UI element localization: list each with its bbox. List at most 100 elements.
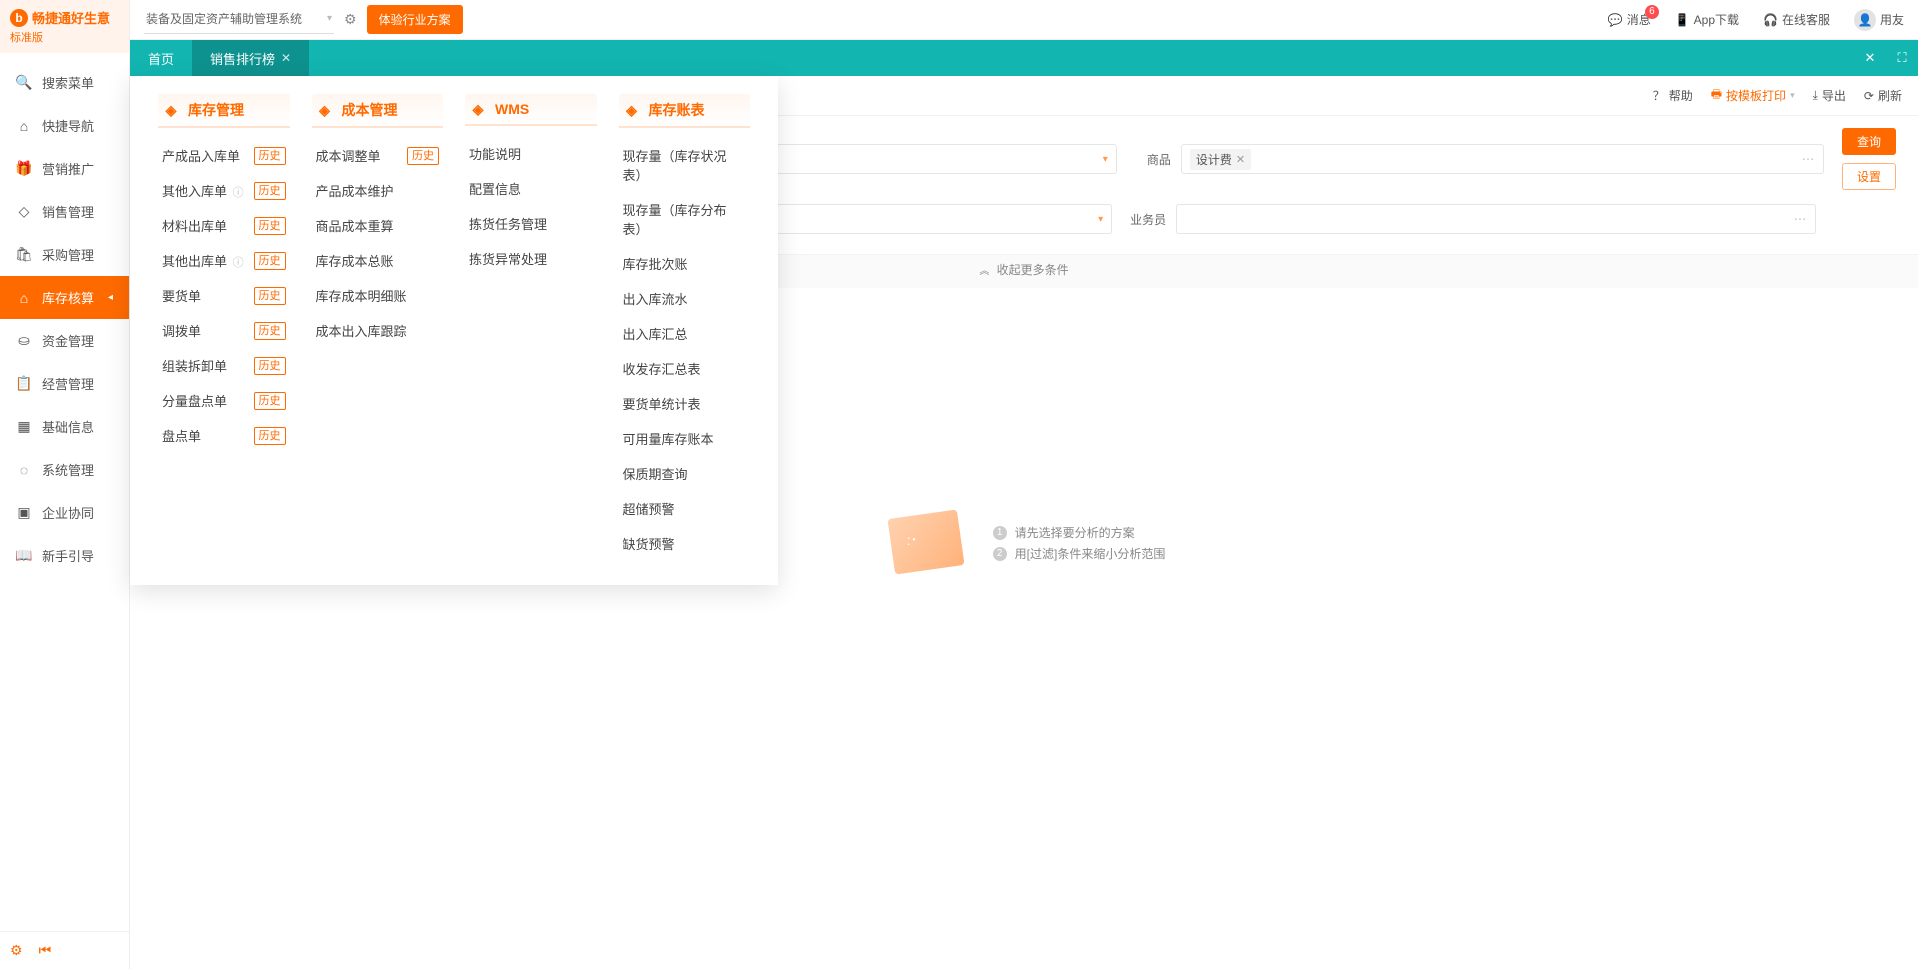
sidebar-item-purchase[interactable]: 🛍采购管理 — [0, 233, 129, 276]
chevron-down-icon: ▾ — [1098, 214, 1103, 225]
mega-item[interactable]: 成本调整单历史 — [312, 138, 444, 173]
mega-item-label: 成本出入库跟踪 — [316, 321, 407, 340]
remove-tag-icon[interactable]: ✕ — [1236, 153, 1245, 166]
history-badge[interactable]: 历史 — [254, 182, 286, 200]
export-link[interactable]: ⤓ 导出 — [1813, 87, 1846, 104]
side-nav: 🔍搜索菜单⌂快捷导航🎁营销推广◇销售管理🛍采购管理⌂库存核算◂⛀资金管理📋经营管… — [0, 53, 129, 931]
help-link[interactable]: ？ 帮助 — [1653, 87, 1693, 104]
sidebar-item-label: 基础信息 — [42, 417, 94, 436]
mega-item[interactable]: 现存量（库存分布表） — [619, 192, 751, 246]
mega-item[interactable]: 要货单统计表 — [619, 386, 751, 421]
mega-item[interactable]: 缺货预警 — [619, 526, 751, 561]
sidebar-item-base-info[interactable]: ▦基础信息 — [0, 405, 129, 448]
category-icon: ◈ — [316, 101, 334, 119]
mega-item[interactable]: 组装拆卸单历史 — [158, 348, 290, 383]
mega-item[interactable]: 拣货异常处理 — [465, 241, 597, 276]
product-input[interactable]: 设计费 ✕ ⋯ — [1181, 144, 1824, 174]
chevron-down-icon: ▾ — [1790, 90, 1795, 101]
close-all-tabs-icon[interactable]: ✕ — [1854, 40, 1886, 76]
tab-sales-ranking[interactable]: 销售排行榜 ✕ — [192, 40, 309, 76]
mega-item[interactable]: 其他入库单 ⓘ历史 — [158, 173, 290, 208]
sidebar-item-onboarding[interactable]: 📖新手引导 — [0, 534, 129, 577]
mega-item-label: 库存成本明细账 — [316, 286, 407, 305]
sidebar-item-system[interactable]: ◌系统管理 — [0, 448, 129, 491]
mega-item-label: 材料出库单 — [162, 216, 227, 235]
query-button[interactable]: 查询 — [1842, 128, 1896, 155]
mega-item[interactable]: 产品成本维护 — [312, 173, 444, 208]
system-settings-icon[interactable]: ⚙ — [344, 11, 357, 28]
mega-item[interactable]: 拣货任务管理 — [465, 206, 597, 241]
history-badge[interactable]: 历史 — [254, 322, 286, 340]
mega-item[interactable]: 要货单历史 — [158, 278, 290, 313]
history-badge[interactable]: 历史 — [254, 392, 286, 410]
mega-item[interactable]: 收发存汇总表 — [619, 351, 751, 386]
history-badge[interactable]: 历史 — [254, 217, 286, 235]
settings-button[interactable]: 设置 — [1842, 163, 1896, 190]
sidebar-icon: ⌂ — [16, 290, 32, 306]
messages-link[interactable]: 💬 消息 6 — [1608, 11, 1651, 28]
history-badge[interactable]: 历史 — [254, 287, 286, 305]
mega-item-label: 要货单统计表 — [623, 394, 701, 413]
history-badge[interactable]: 历史 — [254, 427, 286, 445]
print-template-dropdown[interactable]: 🖶 按模板打印 ▾ — [1711, 85, 1795, 106]
mega-item[interactable]: 可用量库存账本 — [619, 421, 751, 456]
settings-gear-icon[interactable]: ⚙ — [10, 942, 23, 959]
tab-home[interactable]: 首页 — [130, 40, 192, 76]
mega-item[interactable]: 出入库流水 — [619, 281, 751, 316]
sidebar-item-search-menu[interactable]: 🔍搜索菜单 — [0, 61, 129, 104]
mega-item-label: 可用量库存账本 — [623, 429, 714, 448]
mega-item[interactable]: 调拨单历史 — [158, 313, 290, 348]
online-support-link[interactable]: 🎧 在线客服 — [1763, 11, 1830, 28]
history-badge[interactable]: 历史 — [254, 252, 286, 270]
mega-item[interactable]: 配置信息 — [465, 171, 597, 206]
industry-plan-button[interactable]: 体验行业方案 — [367, 5, 463, 34]
history-badge[interactable]: 历史 — [407, 147, 439, 165]
collapse-sidebar-icon[interactable]: ⏮ — [39, 942, 52, 959]
mega-item[interactable]: 其他出库单 ⓘ历史 — [158, 243, 290, 278]
mega-item-label: 收发存汇总表 — [623, 359, 701, 378]
mega-item[interactable]: 盘点单历史 — [158, 418, 290, 453]
sidebar-item-quick-nav[interactable]: ⌂快捷导航 — [0, 104, 129, 147]
mega-item[interactable]: 库存成本总账 — [312, 243, 444, 278]
mega-item[interactable]: 库存成本明细账 — [312, 278, 444, 313]
tab-close-icon[interactable]: ✕ — [281, 51, 291, 65]
fullscreen-icon[interactable]: ⛶ — [1886, 40, 1918, 76]
system-selector[interactable]: 装备及固定资产辅助管理系统 ▾ — [144, 6, 334, 34]
salesperson-input[interactable]: ⋯ — [1176, 204, 1816, 234]
mega-item-label: 商品成本重算 — [316, 216, 394, 235]
user-menu[interactable]: 👤 用友 — [1854, 9, 1904, 31]
history-badge[interactable]: 历史 — [254, 147, 286, 165]
mega-item[interactable]: 功能说明 — [465, 136, 597, 171]
more-icon[interactable]: ⋯ — [1794, 212, 1807, 226]
sidebar-item-funds[interactable]: ⛀资金管理 — [0, 319, 129, 362]
sidebar-item-sales[interactable]: ◇销售管理 — [0, 190, 129, 233]
step-number-icon: 2 — [993, 547, 1007, 561]
mega-item[interactable]: 超储预警 — [619, 491, 751, 526]
sidebar-item-inventory-costing[interactable]: ⌂库存核算◂ — [0, 276, 129, 319]
app-download-link[interactable]: 📱 App下载 — [1675, 11, 1739, 28]
refresh-link[interactable]: ⟳ 刷新 — [1864, 87, 1902, 104]
mega-heading: ◈库存账表 — [619, 94, 751, 128]
mega-item[interactable]: 产成品入库单历史 — [158, 138, 290, 173]
sidebar-item-label: 新手引导 — [42, 546, 94, 565]
mega-item[interactable]: 库存批次账 — [619, 246, 751, 281]
mega-item[interactable]: 材料出库单 历史 — [158, 208, 290, 243]
mega-item[interactable]: 现存量（库存状况表） — [619, 138, 751, 192]
mega-item-label: 功能说明 — [469, 144, 521, 163]
app-download-label: App下载 — [1694, 11, 1739, 28]
mega-item[interactable]: 保质期查询 — [619, 456, 751, 491]
sidebar-item-collab[interactable]: ▣企业协同 — [0, 491, 129, 534]
mega-item[interactable]: 分量盘点单历史 — [158, 383, 290, 418]
category-icon: ◈ — [162, 101, 180, 119]
brand-edition: 标准版 — [10, 29, 43, 45]
sidebar-item-operations[interactable]: 📋经营管理 — [0, 362, 129, 405]
more-icon[interactable]: ⋯ — [1802, 152, 1815, 166]
sidebar-icon: 🔍 — [16, 75, 32, 91]
refresh-icon: ⟳ — [1864, 89, 1874, 103]
history-badge[interactable]: 历史 — [254, 357, 286, 375]
sidebar-item-marketing[interactable]: 🎁营销推广 — [0, 147, 129, 190]
mega-item[interactable]: 成本出入库跟踪 — [312, 313, 444, 348]
mega-item[interactable]: 商品成本重算 — [312, 208, 444, 243]
help-label: 帮助 — [1669, 87, 1693, 104]
mega-item[interactable]: 出入库汇总 — [619, 316, 751, 351]
